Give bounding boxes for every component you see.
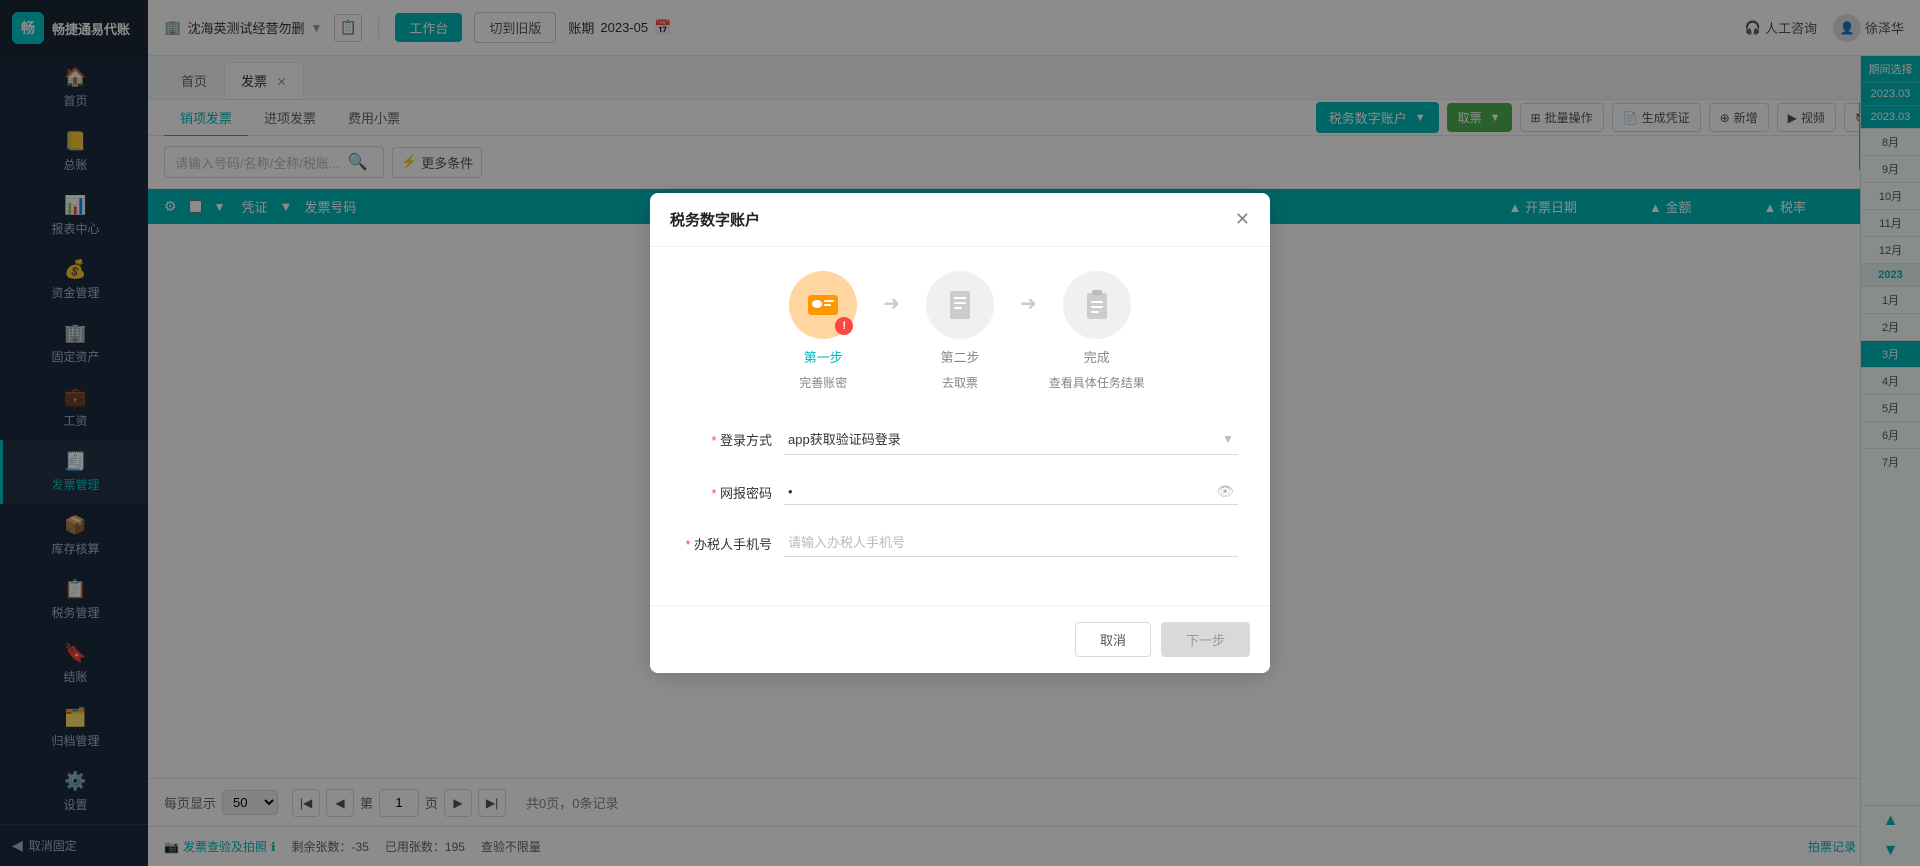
phone-row: 办税人手机号 xyxy=(682,529,1238,557)
modal-title: 税务数字账户 xyxy=(670,209,760,230)
step-2: 第二步 去取票 xyxy=(900,271,1020,391)
login-method-row: 登录方式 app获取验证码登录 ▼ xyxy=(682,423,1238,455)
phone-input[interactable] xyxy=(788,535,1234,550)
step-3-title: 完成 xyxy=(1084,347,1110,366)
modal-footer: 取消 下一步 xyxy=(650,605,1270,673)
step-arrow-1: ➜ xyxy=(883,271,900,316)
password-input[interactable] xyxy=(788,484,1216,499)
main-content: 🏢 沈海英测试经营勿删 ▼ 📋 工作台 切到旧版 账期 2023-05 📅 🎧 … xyxy=(148,0,1920,866)
step-2-desc: 去取票 xyxy=(942,374,978,391)
step-1-error-badge: ! xyxy=(835,317,853,335)
select-arrow-icon: ▼ xyxy=(1222,432,1234,446)
tax-account-modal: 税务数字账户 ✕ ! xyxy=(650,193,1270,673)
login-method-label: 登录方式 xyxy=(682,430,772,449)
login-method-select[interactable]: app获取验证码登录 ▼ xyxy=(784,423,1238,455)
password-label: 网报密码 xyxy=(682,483,772,502)
step-3: 完成 查看具体任务结果 xyxy=(1037,271,1157,391)
step-1-icon-wrap: ! xyxy=(789,271,857,339)
step-2-title: 第二步 xyxy=(940,347,979,366)
step-arrow-2: ➜ xyxy=(1020,271,1037,316)
step-3-desc: 查看具体任务结果 xyxy=(1049,374,1145,391)
step-1: ! 第一步 完善账密 xyxy=(763,271,883,391)
modal-body: ! 第一步 完善账密 ➜ xyxy=(650,247,1270,605)
phone-label: 办税人手机号 xyxy=(682,534,772,553)
eye-icon[interactable]: 👁 xyxy=(1216,483,1234,500)
phone-field[interactable] xyxy=(784,529,1238,557)
password-field: 👁 xyxy=(784,479,1238,505)
modal-close-btn[interactable]: ✕ xyxy=(1235,209,1250,230)
modal-header: 税务数字账户 ✕ xyxy=(650,193,1270,247)
steps-indicator: ! 第一步 完善账密 ➜ xyxy=(682,271,1238,391)
document-icon xyxy=(942,287,978,323)
clipboard-icon xyxy=(1079,287,1115,323)
step-2-icon-wrap xyxy=(926,271,994,339)
step-1-desc: 完善账密 xyxy=(799,374,847,391)
id-card-icon xyxy=(805,287,841,323)
step-1-title: 第一步 xyxy=(804,347,843,366)
next-btn[interactable]: 下一步 xyxy=(1161,622,1250,657)
modal-overlay: 税务数字账户 ✕ ! xyxy=(148,0,1920,866)
cancel-btn[interactable]: 取消 xyxy=(1075,622,1151,657)
password-row: 网报密码 👁 xyxy=(682,479,1238,505)
step-3-icon-wrap xyxy=(1063,271,1131,339)
